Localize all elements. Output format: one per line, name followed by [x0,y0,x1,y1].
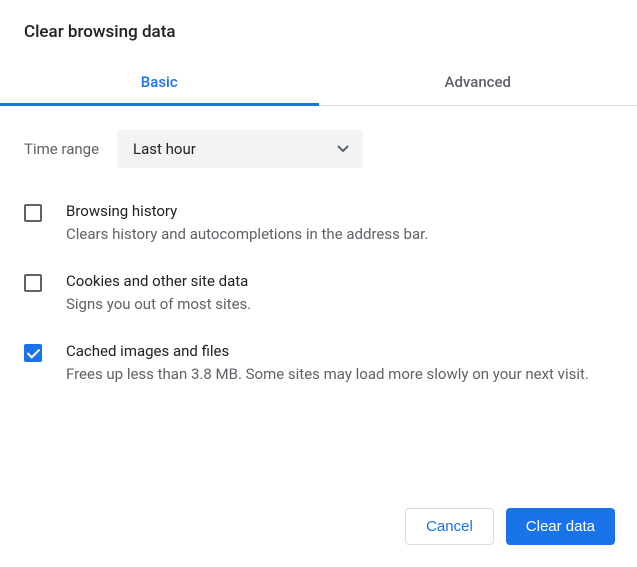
cancel-button[interactable]: Cancel [405,508,494,545]
dialog-footer: Cancel Clear data [405,508,615,545]
checkbox-browsing-history[interactable] [24,204,42,222]
checkbox-cache[interactable] [24,344,42,362]
time-range-label: Time range [24,140,99,158]
tab-basic[interactable]: Basic [0,60,319,105]
dialog-title: Clear browsing data [0,0,637,60]
time-range-value: Last hour [133,140,196,158]
option-cache: Cached images and files Frees up less th… [24,326,613,396]
option-title: Browsing history [66,202,613,220]
time-range-select[interactable]: Last hour [117,130,363,168]
option-cookies: Cookies and other site data Signs you ou… [24,256,613,326]
option-title: Cached images and files [66,342,613,360]
clear-data-button-label: Clear data [526,518,595,535]
time-range-row: Time range Last hour [0,106,637,174]
clear-browsing-data-dialog: Clear browsing data Basic Advanced Time … [0,0,637,395]
caret-down-icon [337,145,349,153]
tab-basic-label: Basic [141,73,178,91]
tab-advanced[interactable]: Advanced [319,60,637,105]
checkbox-cookies[interactable] [24,274,42,292]
tab-advanced-label: Advanced [445,73,511,91]
option-desc: Frees up less than 3.8 MB. Some sites ma… [66,364,613,386]
option-desc: Clears history and autocompletions in th… [66,224,613,246]
option-browsing-history: Browsing history Clears history and auto… [24,186,613,256]
clear-data-button[interactable]: Clear data [506,508,615,545]
options-list: Browsing history Clears history and auto… [0,174,637,395]
tabs: Basic Advanced [0,60,637,106]
option-title: Cookies and other site data [66,272,613,290]
cancel-button-label: Cancel [426,518,473,535]
option-desc: Signs you out of most sites. [66,294,613,316]
